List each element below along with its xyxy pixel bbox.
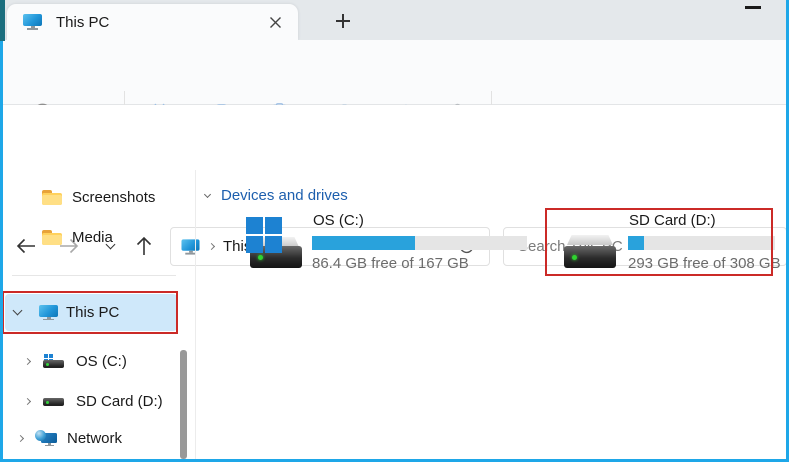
tab-bar: This PC [3,0,786,40]
plus-icon [336,14,350,28]
breadcrumb-chevron-icon [208,243,215,250]
os-drive-icon [43,354,66,369]
close-icon [269,16,282,29]
minimize-button[interactable] [745,6,761,9]
new-tab-button[interactable] [331,9,355,33]
sd-drive-icon [43,394,66,409]
os-drive-tile-icon[interactable] [242,220,308,272]
annotation-box-this-pc [2,291,178,334]
window-border-left [0,0,3,462]
tab-close-button[interactable] [262,9,288,35]
window-border-corner [0,0,5,41]
sidebar-scrollbar[interactable] [180,350,187,459]
toolbar: New [3,40,786,105]
sidebar-item-network[interactable]: Network [10,421,182,455]
folder-icon [42,189,62,205]
chevron-right-icon [24,357,31,364]
drive-caption: 86.4 GB free of 167 GB [312,255,469,272]
chevron-right-icon [17,434,24,441]
chevron-right-icon [24,397,31,404]
annotation-box-sd-card [545,208,773,276]
sidebar-item-label: OS (C:) [76,353,127,370]
this-pc-icon [23,14,42,30]
sidebar-divider [12,275,176,276]
folder-icon [42,229,62,245]
pane-divider [195,170,196,459]
sidebar-item-sd-card-d[interactable]: SD Card (D:) [10,384,182,418]
sidebar-item-label: Media [72,229,113,246]
group-header-label: Devices and drives [221,187,348,204]
sidebar-item-label: Screenshots [72,189,155,206]
sidebar-item-media[interactable]: Media [10,220,178,254]
network-icon [35,430,58,447]
drive-usage-bar [312,236,527,250]
drive-name[interactable]: OS (C:) [313,212,364,229]
windows-logo-icon [246,217,283,254]
this-pc-icon [181,239,199,254]
address-row: This PC [3,105,786,170]
sidebar-item-label: SD Card (D:) [76,393,163,410]
chevron-down-icon [204,190,211,197]
group-header-devices-and-drives[interactable]: Devices and drives [205,187,348,204]
drive-usage-fill [312,236,415,250]
file-explorer-window: This PC New [0,0,789,462]
sidebar-item-screenshots[interactable]: Screenshots [10,180,178,214]
sidebar-item-os-c[interactable]: OS (C:) [10,344,182,378]
tab-this-pc[interactable]: This PC [7,4,298,40]
tab-title: This PC [56,14,262,31]
sidebar-item-label: Network [67,430,122,447]
